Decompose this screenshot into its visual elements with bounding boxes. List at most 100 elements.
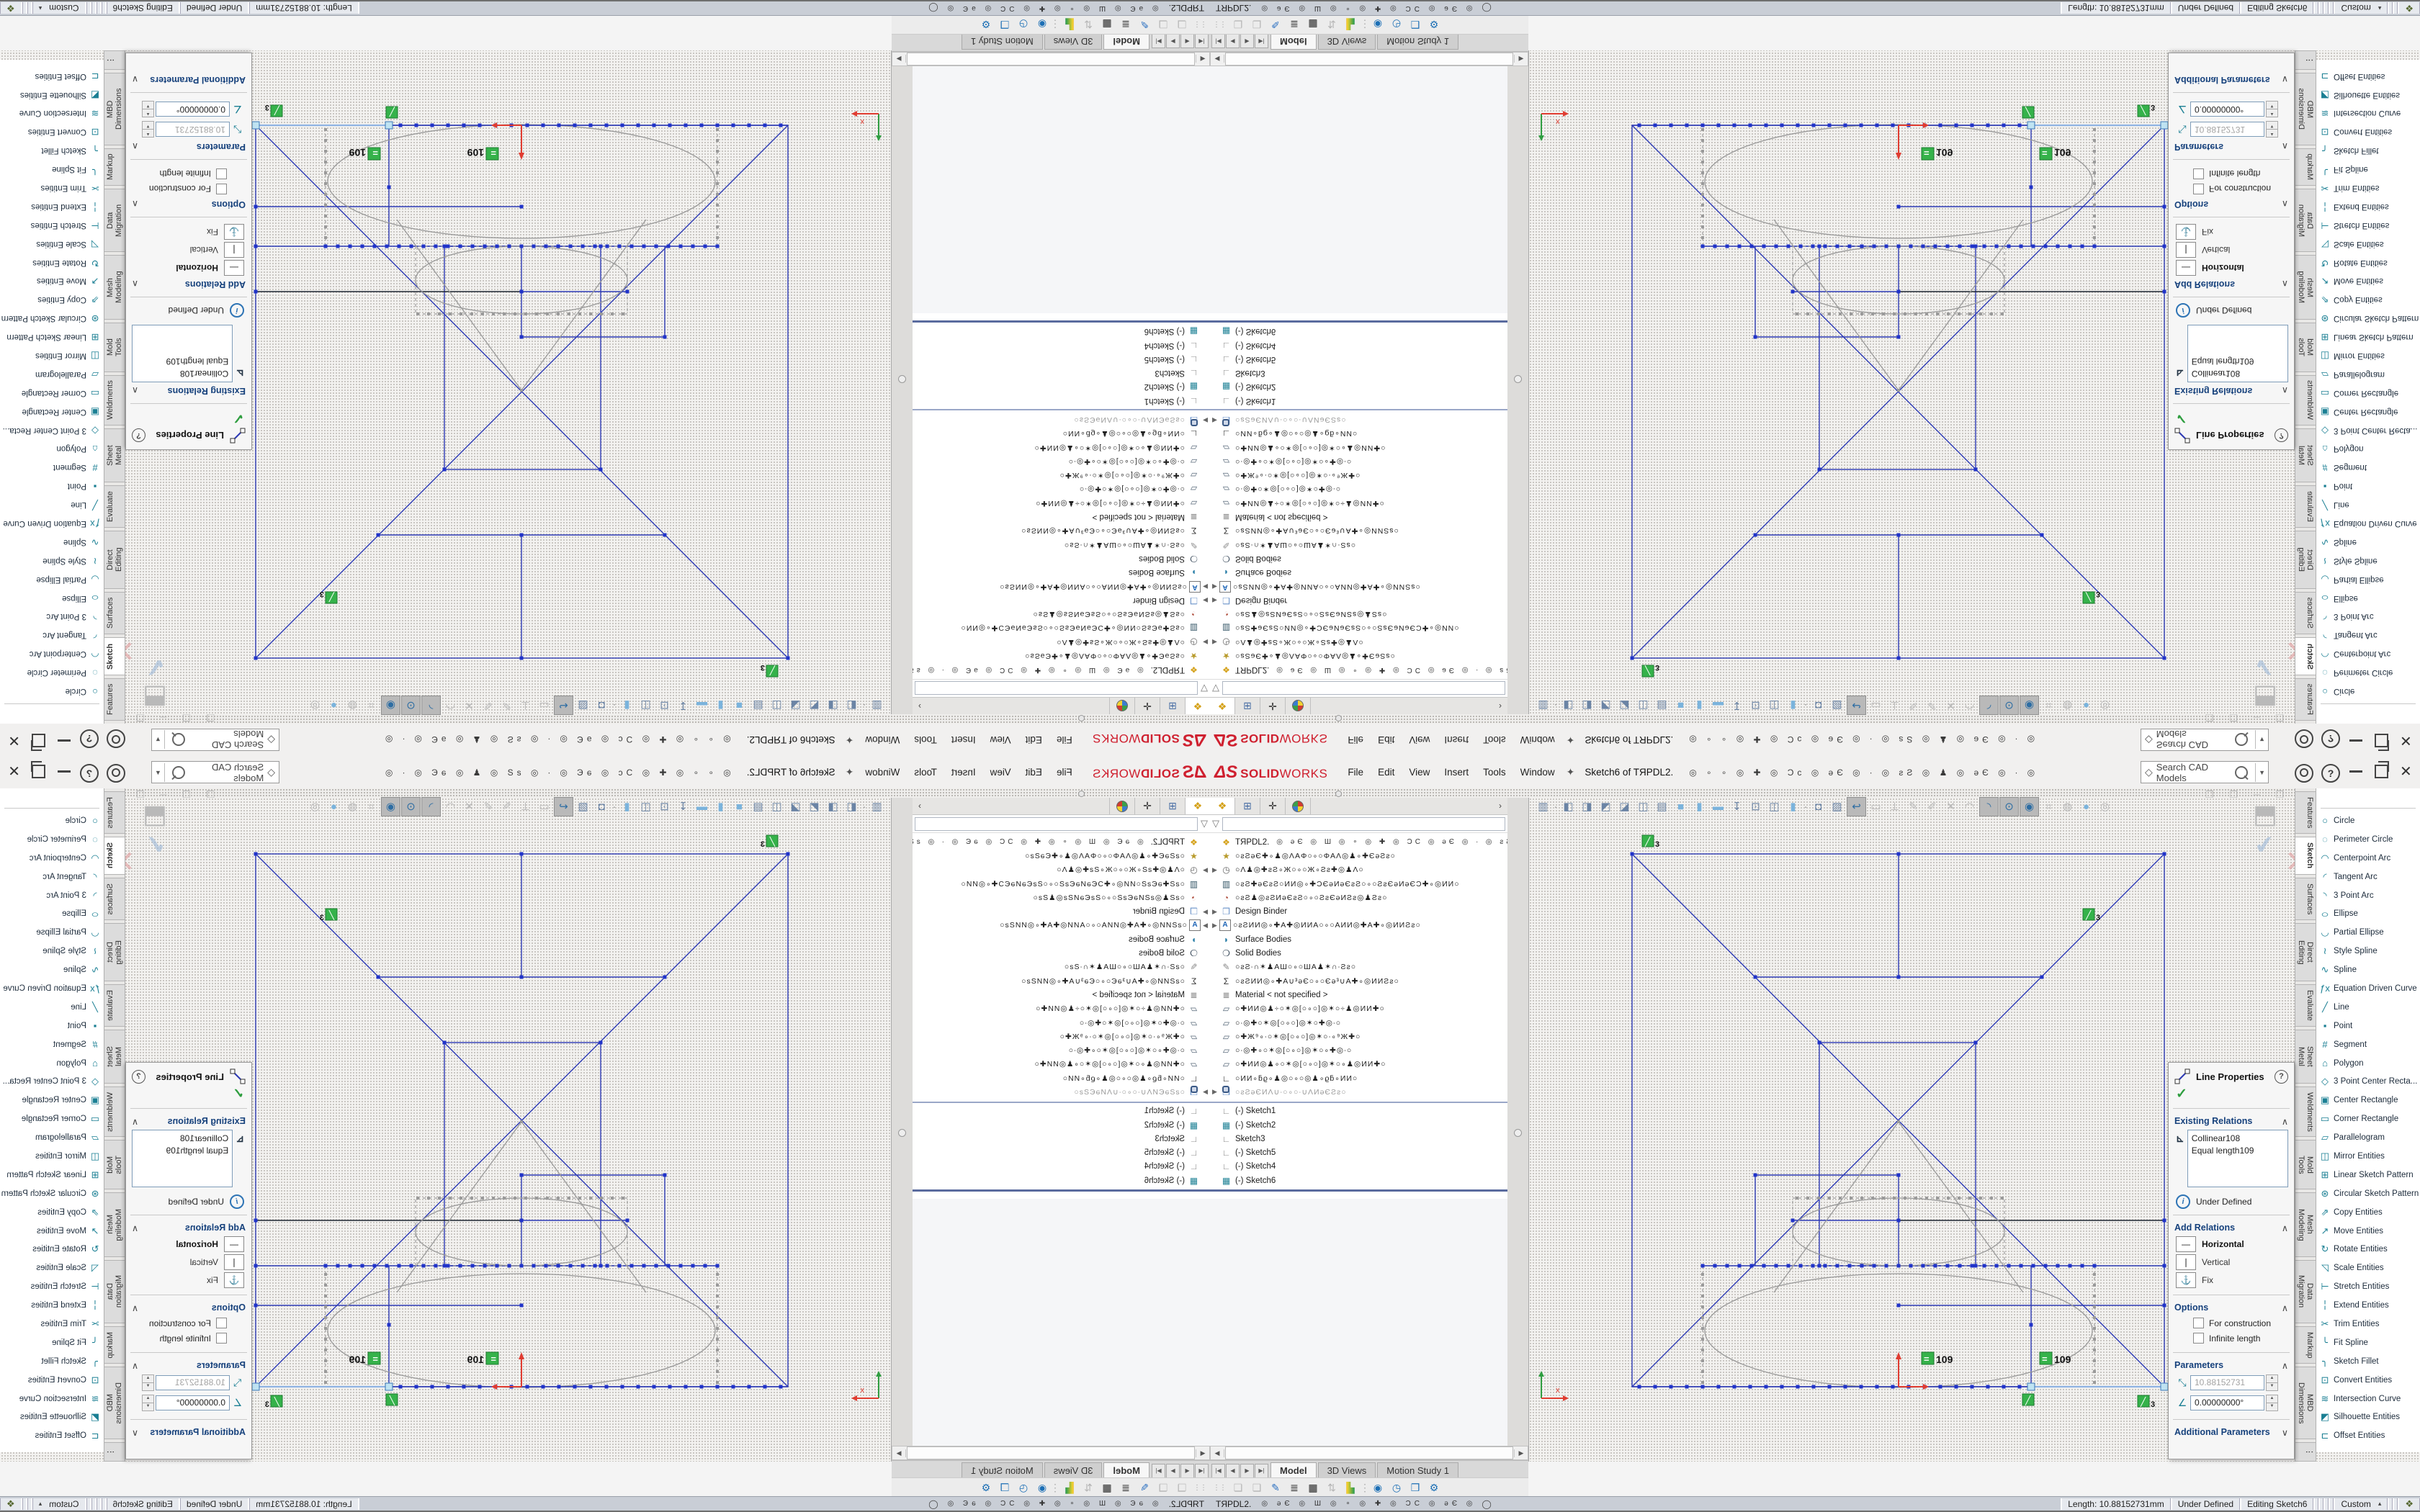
flyout-item-segment[interactable]: #Segment <box>0 458 104 477</box>
toolbar-icon[interactable]: ◎ <box>2096 798 2114 816</box>
collapse-icon[interactable]: ∧ <box>2282 199 2288 210</box>
splitter-grip[interactable] <box>1514 1129 1522 1137</box>
endpoint-handle[interactable] <box>2161 1383 2168 1390</box>
tab-motion-study-1[interactable]: Motion Study 1 <box>1377 1462 1458 1478</box>
paintbrush-icon[interactable]: ✎ <box>1135 1482 1154 1494</box>
option-infinite-length[interactable]: Infinite length <box>2193 168 2288 179</box>
tab-mold-tools[interactable]: Mold Tools <box>2295 323 2316 372</box>
toolbar-icon[interactable]: ◫ <box>1765 697 1783 715</box>
status-custom-dropdown[interactable]: Custom▴ <box>32 1498 86 1510</box>
tab-weldments[interactable]: Weldments <box>104 1086 125 1138</box>
relation-tag[interactable]: ╱ 3 <box>1642 835 1659 849</box>
fm-expand-icon[interactable]: › <box>913 698 927 714</box>
quick-access-toolbar[interactable]: ◎ ∘ ∘ ◎ ✚ ◎ Ɔc ◎ ǝЄ ◎ ∙ ◎ ƨƧ ◎ ♟ ◎ ǝЄ ◎ … <box>385 735 731 745</box>
endpoint-handle[interactable] <box>252 122 259 129</box>
menu-item-edit[interactable]: Edit <box>1018 762 1049 782</box>
add-relation-fix[interactable]: ⚓Fix <box>2176 224 2288 240</box>
user-account-icon[interactable] <box>107 764 125 783</box>
tree-row[interactable]: ≣Material < not specified > <box>913 510 1210 523</box>
collapse-icon[interactable]: ∧ <box>132 1116 138 1127</box>
restore-button[interactable] <box>32 765 45 778</box>
toolbar-icon[interactable]: ◉ <box>381 696 400 716</box>
menu-item-file[interactable]: File <box>1049 762 1080 782</box>
toolbar-icon[interactable]: ⊡ <box>1747 697 1765 715</box>
toolbar-icon[interactable]: ▥ <box>1534 798 1552 816</box>
expand-icon[interactable]: ∨ <box>132 74 138 85</box>
toolbar-icon[interactable]: ⊥ <box>1886 697 1904 715</box>
splitter-grip[interactable] <box>1514 375 1522 383</box>
flyout-item-tangent-arc[interactable]: ◜Tangent Arc <box>0 868 104 886</box>
panel-splitter[interactable] <box>1507 798 1529 1446</box>
relation-tag[interactable]: ╱ 3 <box>2083 909 2100 922</box>
equal-relation-tag[interactable]: = 109 <box>349 147 380 160</box>
toolbar-icon[interactable]: ↧ <box>674 798 692 816</box>
tab-surfaces[interactable]: Surfaces <box>2295 878 2316 920</box>
tree-row-sketch[interactable]: ∟(-) Sketch1 <box>1210 394 1507 408</box>
toolbar-icon[interactable]: ◍ <box>2058 697 2076 715</box>
menu-item-edit[interactable]: Edit <box>1371 730 1402 750</box>
tab-nav-icon[interactable]: ▶| <box>1255 1464 1268 1478</box>
minimize-button[interactable] <box>2349 770 2362 773</box>
search-icon[interactable] <box>2235 766 2248 779</box>
close-button[interactable]: ✕ <box>2400 762 2412 780</box>
tree-row[interactable]: ▶❒○ƨƧǝЄИΛ∪∙○∘○∙∪ΛИǝЄƧƨ○ <box>913 413 1210 426</box>
tab-direct-editing[interactable]: Direct Editing <box>104 923 125 981</box>
minimize-button[interactable] <box>2349 739 2362 742</box>
panel-splitter[interactable] <box>891 66 913 714</box>
tree-row[interactable]: ❍Solid Bodies <box>1210 552 1507 565</box>
toolbar-icon[interactable]: ✐ <box>1923 697 1941 715</box>
hatch-icon[interactable]: ▦ <box>1098 19 1116 31</box>
rollback-bar[interactable] <box>1210 320 1507 323</box>
relation-tag[interactable]: ╱ 3 <box>2138 103 2155 117</box>
flyout-item-line[interactable]: ╱Line <box>2316 998 2420 1017</box>
flyout-item-style-spline[interactable]: ≀Style Spline <box>0 942 104 960</box>
flyout-item-ellipse[interactable]: ○Ellipse <box>2316 904 2420 923</box>
search-dropdown-icon[interactable]: ▼ <box>2255 763 2268 782</box>
tree-row-sketch[interactable]: ∟Sketch3 <box>913 366 1210 379</box>
flyout-item-center-rectangle[interactable]: ▣Center Rectangle <box>2316 402 2420 421</box>
tab-model[interactable]: Model <box>1270 1462 1317 1478</box>
tree-row[interactable]: ▶❒Design Binder <box>1210 593 1507 607</box>
tree-root-row[interactable]: ❖TЯPDL2.◎ ǝЄ ◎ Ш ◎ ∘ ◎ ✚ ◎ ƆC ◎ ǝЄ ◎ ∙ ◎… <box>913 663 1210 677</box>
tab-nav-icon[interactable]: ▶ <box>1166 34 1180 48</box>
lines-icon[interactable]: ≣ <box>1285 19 1304 31</box>
tab--[interactable]: ⋮ <box>104 1442 125 1462</box>
toolbar-icon[interactable]: ⊡ <box>655 697 673 715</box>
menu-item-tools[interactable]: Tools <box>1476 762 1513 782</box>
add-relation-vertical[interactable]: ❘Vertical <box>132 1254 244 1270</box>
flyout-item-extend-entities[interactable]: ╎Extend Entities <box>2316 1296 2420 1315</box>
menu-item-window[interactable]: Window <box>1513 762 1562 782</box>
flyout-item-fit-spline[interactable]: ╰Fit Spline <box>2316 1333 2420 1352</box>
relation-tag[interactable]: ╱ 3 <box>320 590 337 603</box>
toolbar-icon[interactable]: ◪ <box>786 697 805 715</box>
flyout-item-perimeter-circle[interactable]: ◌Perimeter Circle <box>2316 830 2420 849</box>
tree-row[interactable]: ▱○✚ИИ◎♟∘○✶◎[○∘○]◎✶○∘♟◎ИИ✚○ <box>913 1058 1210 1071</box>
hatch-icon[interactable]: ▦ <box>1098 1482 1116 1494</box>
page-icon[interactable]: ❏ <box>1173 1482 1191 1494</box>
menu-item-view[interactable]: View <box>983 762 1018 782</box>
pin-icon[interactable]: ✦ <box>1567 734 1575 746</box>
flyout-item-linear-sketch-pattern[interactable]: ⊞Linear Sketch Pattern <box>0 1166 104 1184</box>
option-infinite-length[interactable]: Infinite length <box>132 168 227 179</box>
add-relation-fix[interactable]: ⚓Fix <box>132 1272 244 1288</box>
toolbar-icon[interactable]: ✎ <box>1904 798 1922 816</box>
tab-direct-editing[interactable]: Direct Editing <box>2295 531 2316 589</box>
tab-direct-editing[interactable]: Direct Editing <box>104 531 125 589</box>
relations-listbox[interactable]: Collinear108Equal length109 <box>2187 325 2288 382</box>
spinner[interactable]: ▲▼ <box>2266 1374 2278 1391</box>
arrows-icon[interactable]: ⇅ <box>1322 1482 1341 1494</box>
toolbar-icon[interactable]: ▤ <box>1653 798 1671 816</box>
tab-markup[interactable]: Markup <box>2295 148 2316 186</box>
gear-icon[interactable]: ⚙ <box>977 1482 995 1494</box>
toolbar-icon[interactable]: ✐ <box>479 697 497 715</box>
tab--[interactable]: ⋮ <box>2295 1442 2316 1462</box>
fm-expand-icon[interactable]: › <box>1493 798 1507 814</box>
panel-splitter[interactable] <box>1507 66 1529 714</box>
status-custom-dropdown[interactable]: Custom▴ <box>32 3 86 14</box>
user-account-icon[interactable] <box>2295 764 2313 783</box>
equal-relation-tag[interactable]: = 109 <box>2040 147 2071 160</box>
tree-root-row[interactable]: ❖TЯPDL2.◎ ǝЄ ◎ Ш ◎ ∘ ◎ ✚ ◎ ƆC ◎ ǝЄ ◎ ∙ ◎… <box>913 835 1210 849</box>
expand-icon[interactable]: ∨ <box>2282 74 2288 85</box>
pin-icon[interactable]: ✦ <box>846 766 854 778</box>
page-icon[interactable]: ❏ <box>1247 19 1266 31</box>
